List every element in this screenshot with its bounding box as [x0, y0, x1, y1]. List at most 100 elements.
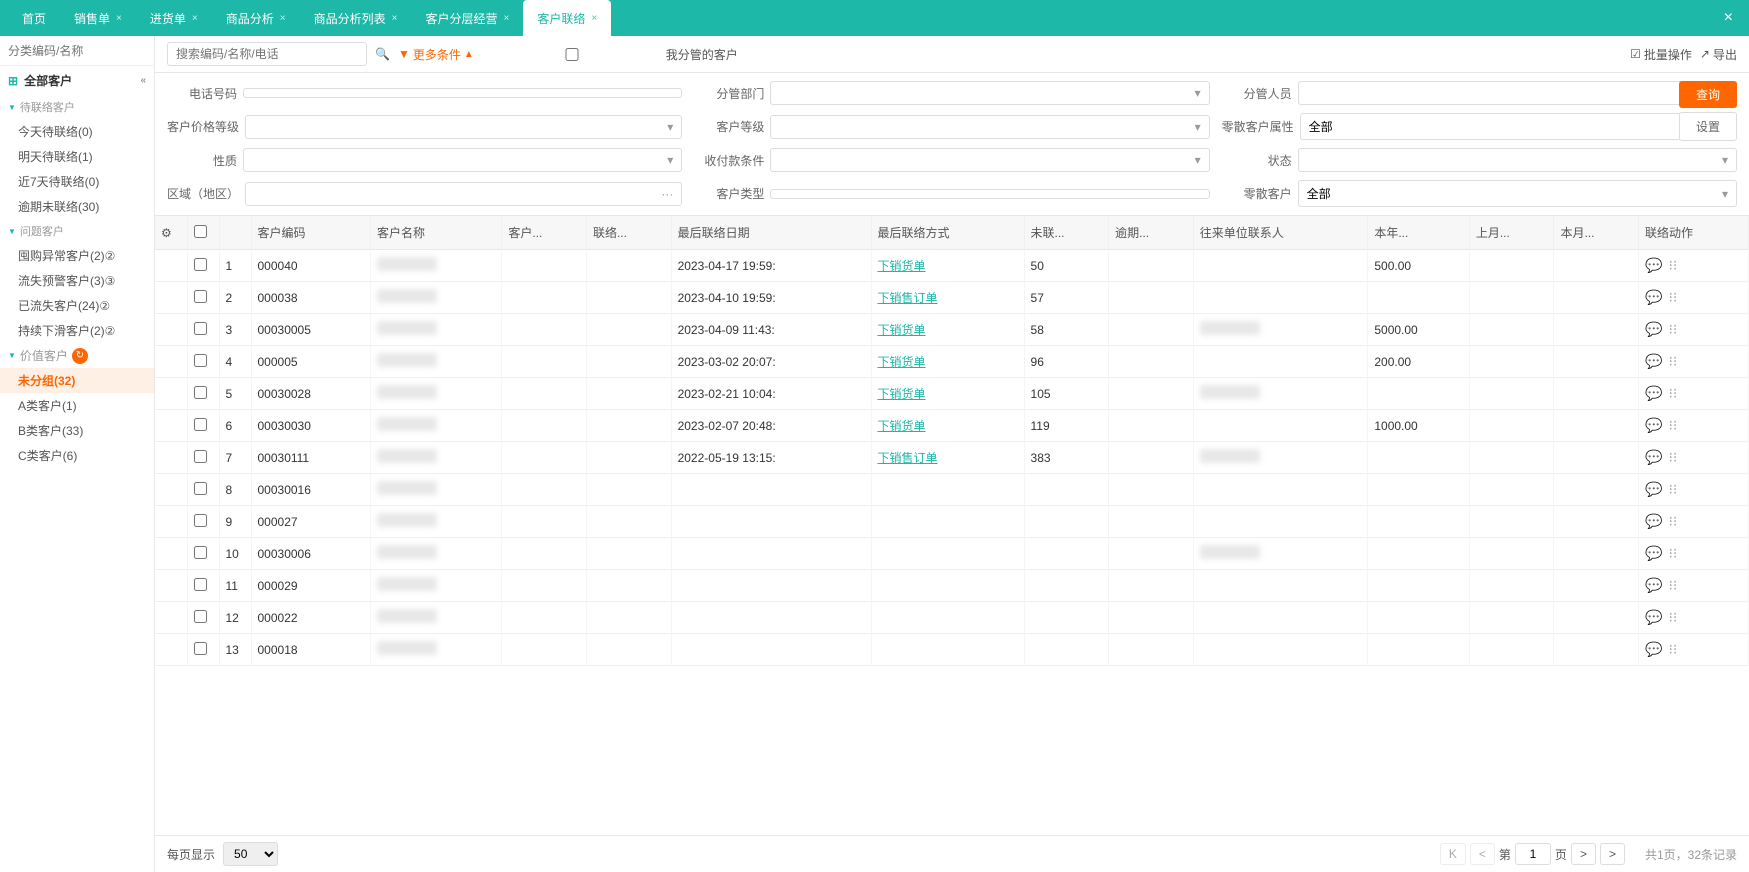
row-contact-method[interactable]: 下销售订单	[878, 451, 938, 465]
tab-sales-close[interactable]: ×	[116, 13, 122, 24]
phone-action-icon[interactable]: 💬	[1645, 417, 1662, 434]
search-icon[interactable]: 🔍	[375, 47, 390, 61]
reset-button[interactable]: 设置	[1679, 112, 1737, 141]
tab-product-list-close[interactable]: ×	[392, 13, 398, 24]
sidebar-item-class-b[interactable]: B类客户(33)	[0, 418, 154, 443]
filter-customer-level-select[interactable]: ▾	[770, 115, 1209, 139]
phone-action-icon[interactable]: 💬	[1645, 321, 1662, 338]
sidebar-item-declining[interactable]: 持续下滑客户(2) ②	[0, 318, 154, 343]
col-action[interactable]: 联络动作	[1639, 216, 1749, 250]
first-page-button[interactable]: K	[1440, 843, 1466, 865]
phone-action-icon[interactable]: 💬	[1645, 353, 1662, 370]
more-action-icon[interactable]: ⁝⁝	[1668, 449, 1677, 466]
col-this-month[interactable]: 本月...	[1554, 216, 1639, 250]
more-action-icon[interactable]: ⁝⁝	[1668, 321, 1677, 338]
filter-status-select[interactable]: ▾	[1298, 148, 1737, 172]
sidebar-item-churn-warning[interactable]: 流失预警客户(3) ③	[0, 268, 154, 293]
phone-action-icon[interactable]: 💬	[1645, 481, 1662, 498]
tab-purchase-close[interactable]: ×	[192, 13, 198, 24]
row-contact-method[interactable]: 下销货单	[878, 323, 926, 337]
search-input[interactable]	[167, 42, 367, 66]
phone-action-icon[interactable]: 💬	[1645, 577, 1662, 594]
row-checkbox[interactable]	[194, 546, 207, 559]
row-checkbox[interactable]	[194, 450, 207, 463]
prev-page-button[interactable]: <	[1470, 843, 1495, 865]
more-action-icon[interactable]: ⁝⁝	[1668, 609, 1677, 626]
phone-action-icon[interactable]: 💬	[1645, 641, 1662, 658]
more-action-icon[interactable]: ⁝⁝	[1668, 353, 1677, 370]
sidebar-item-overdue[interactable]: 逾期未联络(30)	[0, 194, 154, 219]
select-all-checkbox[interactable]	[194, 225, 207, 238]
filter-payment-select[interactable]: ▾	[770, 148, 1209, 172]
row-checkbox[interactable]	[194, 418, 207, 431]
more-action-icon[interactable]: ⁝⁝	[1668, 417, 1677, 434]
tab-purchase[interactable]: 进货单 ×	[136, 0, 212, 36]
col-contact[interactable]: 联络...	[586, 216, 671, 250]
my-customers-checkbox-label[interactable]: 我分管的客户	[482, 46, 738, 63]
sidebar-collapse-icon[interactable]: «	[140, 75, 146, 86]
row-checkbox[interactable]	[194, 354, 207, 367]
row-checkbox[interactable]	[194, 322, 207, 335]
row-checkbox[interactable]	[194, 386, 207, 399]
row-contact-method[interactable]: 下销货单	[878, 387, 926, 401]
filter-customer-type-select[interactable]	[770, 189, 1209, 199]
col-unit-contact[interactable]: 往来单位联系人	[1193, 216, 1368, 250]
more-action-icon[interactable]: ⁝⁝	[1668, 257, 1677, 274]
col-not-contacted[interactable]: 未联...	[1024, 216, 1109, 250]
tab-customer-contact[interactable]: 客户联络 ×	[523, 0, 611, 36]
sidebar-item-lost[interactable]: 已流失客户(24) ②	[0, 293, 154, 318]
next-page-button[interactable]: >	[1571, 843, 1596, 865]
more-action-icon[interactable]: ⁝⁝	[1668, 481, 1677, 498]
tab-customer-segment-close[interactable]: ×	[503, 13, 509, 24]
my-customers-checkbox[interactable]	[482, 48, 662, 61]
more-action-icon[interactable]: ⁝⁝	[1668, 289, 1677, 306]
window-close-button[interactable]: ×	[1716, 9, 1741, 27]
tab-product-list[interactable]: 商品分析列表 ×	[300, 0, 412, 36]
filter-phone-input[interactable]	[243, 88, 682, 98]
filter-region-select[interactable]: ···	[245, 182, 682, 206]
col-this-year[interactable]: 本年...	[1368, 216, 1469, 250]
row-contact-method[interactable]: 下销售订单	[878, 291, 938, 305]
page-size-select[interactable]: 50 100 200	[223, 842, 278, 866]
col-last-contact-date[interactable]: 最后联络日期	[671, 216, 871, 250]
more-action-icon[interactable]: ⁝⁝	[1668, 513, 1677, 530]
filter-dept-select[interactable]: ▾	[770, 81, 1209, 105]
phone-action-icon[interactable]: 💬	[1645, 513, 1662, 530]
row-checkbox[interactable]	[194, 482, 207, 495]
col-overdue[interactable]: 逾期...	[1109, 216, 1194, 250]
last-page-button[interactable]: >	[1600, 843, 1625, 865]
phone-action-icon[interactable]: 💬	[1645, 385, 1662, 402]
tab-customer-segment[interactable]: 客户分层经营 ×	[411, 0, 523, 36]
row-checkbox[interactable]	[194, 290, 207, 303]
filter-manager-select[interactable]: ···	[1298, 81, 1737, 105]
sidebar-item-ungrouped[interactable]: 未分组(32)	[0, 368, 154, 393]
col-code[interactable]: 客户编码	[251, 216, 370, 250]
sidebar-all-customers[interactable]: ⊞ 全部客户 «	[0, 66, 154, 95]
row-contact-method[interactable]: 下销货单	[878, 259, 926, 273]
row-checkbox[interactable]	[194, 258, 207, 271]
filter-retail-attr-select[interactable]: 全部 ▾	[1300, 113, 1737, 140]
sidebar-item-class-a[interactable]: A类客户(1)	[0, 393, 154, 418]
row-checkbox[interactable]	[194, 642, 207, 655]
sidebar-item-class-c[interactable]: C类客户(6)	[0, 443, 154, 468]
row-contact-method[interactable]: 下销货单	[878, 355, 926, 369]
filter-nature-select[interactable]: ▾	[243, 148, 682, 172]
sidebar-search-input[interactable]	[8, 44, 155, 58]
row-checkbox[interactable]	[194, 578, 207, 591]
filter-retail-select[interactable]: 全部 ▾	[1298, 180, 1737, 207]
col-settings[interactable]: ⚙	[155, 216, 187, 250]
phone-action-icon[interactable]: 💬	[1645, 289, 1662, 306]
sidebar-item-tomorrow-pending[interactable]: 明天待联络(1)	[0, 144, 154, 169]
row-checkbox[interactable]	[194, 610, 207, 623]
col-type[interactable]: 客户...	[502, 216, 587, 250]
more-action-icon[interactable]: ⁝⁝	[1668, 641, 1677, 658]
search-button[interactable]: 查询	[1679, 81, 1737, 108]
sidebar-item-today-pending[interactable]: 今天待联络(0)	[0, 119, 154, 144]
col-name[interactable]: 客户名称	[370, 216, 501, 250]
more-action-icon[interactable]: ⁝⁝	[1668, 385, 1677, 402]
phone-action-icon[interactable]: 💬	[1645, 449, 1662, 466]
tab-product-analysis-close[interactable]: ×	[280, 13, 286, 24]
phone-action-icon[interactable]: 💬	[1645, 545, 1662, 562]
tab-customer-contact-close[interactable]: ×	[591, 13, 597, 24]
sidebar-item-week-pending[interactable]: 近7天待联络(0)	[0, 169, 154, 194]
